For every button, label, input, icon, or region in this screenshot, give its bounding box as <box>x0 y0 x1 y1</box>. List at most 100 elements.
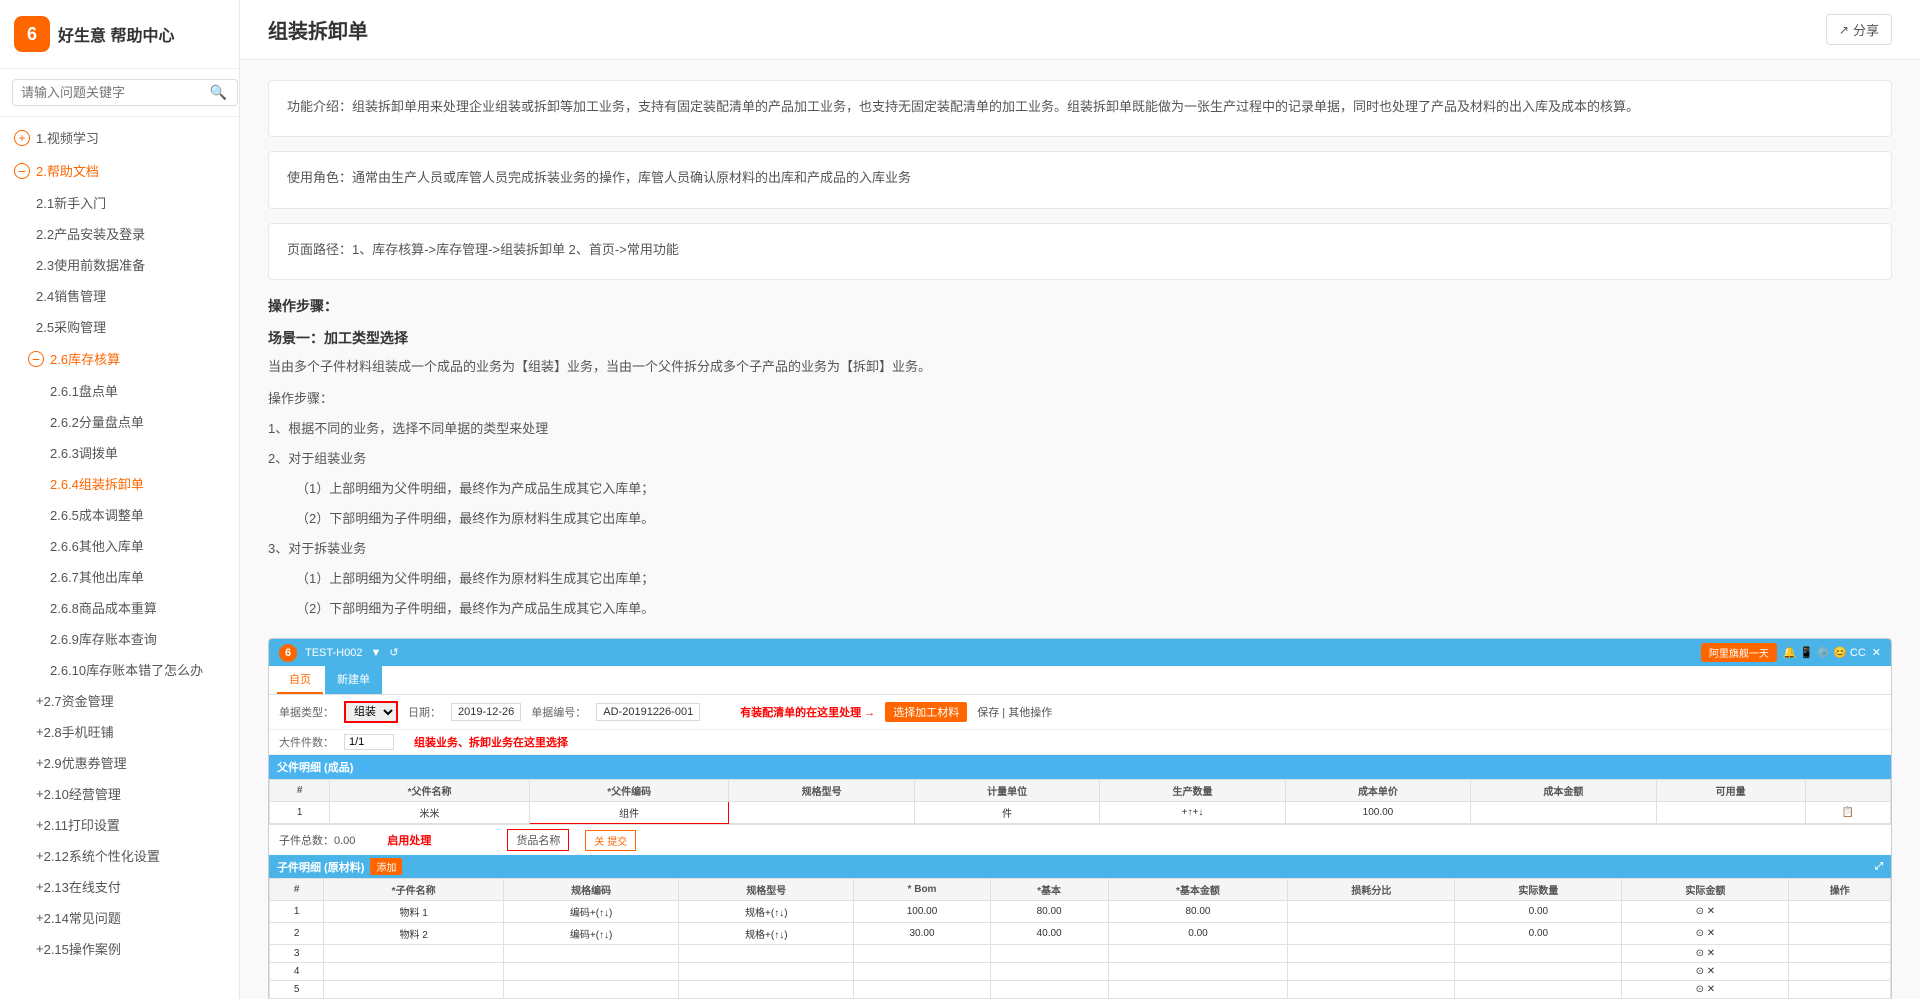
col-header: 损耗分比 <box>1288 879 1455 901</box>
sidebar-item-s2_6_6[interactable]: 2.6.6其他入库单 <box>0 530 239 561</box>
sidebar-item-s2_6_2[interactable]: 2.6.2分量盘点单 <box>0 406 239 437</box>
sidebar-item-s2_10[interactable]: + 2.10经营管理 <box>0 778 239 809</box>
sidebar-sub-label: 2.6.10库存账本错了怎么办 <box>50 660 203 679</box>
mock-form-date: 2019-12-26 <box>451 703 521 721</box>
mock-qty-input[interactable] <box>344 734 394 750</box>
search-area: 🔍 <box>0 69 239 117</box>
share-button[interactable]: ↗ 分享 <box>1826 14 1892 45</box>
sidebar-sub-label: 2.6.3调拨单 <box>50 443 118 462</box>
mock-orange-action-btn[interactable]: 阿里旗舰一天 <box>1701 643 1777 662</box>
table-cell: 米米 <box>330 802 530 824</box>
table-cell <box>679 981 854 999</box>
sidebar-item-s1[interactable]: + 1.视频学习 <box>0 121 239 154</box>
mock-tab-active[interactable]: 自页 <box>277 666 323 694</box>
table-cell <box>1455 945 1622 963</box>
sidebar-item-s2_13[interactable]: + 2.13在线支付 <box>0 871 239 902</box>
table-cell: 5 <box>270 981 324 999</box>
mock-lower-header: 子件明细 (原材料) 添加 ⤢ <box>269 855 1891 878</box>
mock-sub-total: 子件总数：0.00 <box>279 832 355 848</box>
col-header: 成本金额 <box>1471 780 1656 802</box>
table-cell: +↑+↓ <box>1100 802 1285 824</box>
sidebar-sub-label: 2.6.2分量盘点单 <box>50 412 144 431</box>
sidebar-item-s2_1[interactable]: 2.1新手入门 <box>0 187 239 218</box>
col-header: 计量单位 <box>914 780 1099 802</box>
table-cell: 100.00 <box>1285 802 1470 824</box>
mock-add-row-btn[interactable]: 添加 <box>370 858 402 875</box>
mock-test-id: TEST-H002 <box>305 647 362 659</box>
plus-icon: + <box>14 130 30 146</box>
table-cell: 0.00 <box>1455 923 1622 945</box>
step3-2: （2）下部明细为子件明细，最终作为产成品生成其它入库单。 <box>296 596 1892 622</box>
step3: 3、对于拆装业务 <box>268 536 1892 562</box>
mock-tab-new[interactable]: 新建单 <box>325 666 382 694</box>
sidebar-item-s2_2[interactable]: 2.2产品安装及登录 <box>0 218 239 249</box>
sidebar-item-s2_6_9[interactable]: 2.6.9库存账本查询 <box>0 623 239 654</box>
mock-save-area: 保存 | 其他操作 <box>977 704 1052 720</box>
table-cell: 100.00 <box>854 901 990 923</box>
table-cell: 📋 <box>1805 802 1890 824</box>
mock-upper-section: 父件明细 (成品) # *父件名称 *父件编码 规格型号 计量单位 生产数量 成… <box>269 755 1891 824</box>
table-cell <box>1789 981 1891 999</box>
table-cell <box>854 945 990 963</box>
sidebar-sub-label: 2.6.7其他出库单 <box>50 567 144 586</box>
step2: 2、对于组装业务 <box>268 446 1892 472</box>
nav-section: + 1.视频学习 − 2.帮助文档 2.1新手入门 2.2产品安装及登录 2.3… <box>0 117 239 968</box>
sidebar-item-s2_14[interactable]: + 2.14常见问题 <box>0 902 239 933</box>
sidebar-item-s2_6[interactable]: − 2.6库存核算 <box>0 342 239 375</box>
sidebar-item-s2_5[interactable]: 2.5采购管理 <box>0 311 239 342</box>
mock-lower-title: 子件明细 (原材料) <box>277 859 364 875</box>
sidebar-item-s2_6_5[interactable]: 2.6.5成本调整单 <box>0 499 239 530</box>
sidebar-item-s2_6_4[interactable]: 2.6.4组装拆卸单 <box>0 468 239 499</box>
table-cell <box>729 802 914 824</box>
table-cell <box>1789 923 1891 945</box>
sidebar-item-s2_6_8[interactable]: 2.6.8商品成本重算 <box>0 592 239 623</box>
table-cell: 30.00 <box>854 923 990 945</box>
mock-bom-btn[interactable]: 选择加工材料 <box>885 702 967 722</box>
col-header: *基本金额 <box>1108 879 1288 901</box>
sidebar-sub-label: 2.6.1盘点单 <box>50 381 118 400</box>
plus-icon-9: + <box>36 910 44 925</box>
mock-enable-input: 货品名称 <box>507 829 569 851</box>
sidebar-item-s2[interactable]: − 2.帮助文档 <box>0 154 239 187</box>
sidebar-sub-label: 2.6.5成本调整单 <box>50 505 144 524</box>
sidebar-sub-label: 2.5采购管理 <box>36 317 106 336</box>
table-cell <box>1455 963 1622 981</box>
mock-form-num: 大件件数： <box>279 734 334 750</box>
sidebar: 6 好生意 帮助中心 🔍 + 1.视频学习 − 2.帮助文档 2.1新手入门 2… <box>0 0 240 999</box>
sidebar-item-s2_9[interactable]: + 2.9优惠券管理 <box>0 747 239 778</box>
table-cell <box>990 945 1108 963</box>
col-header: 实际数量 <box>1455 879 1622 901</box>
sidebar-sub-label: 2.15操作案例 <box>44 939 121 958</box>
table-cell: 4 <box>270 963 324 981</box>
mock-ok-btn[interactable]: 关 提交 <box>585 830 636 851</box>
table-cell: 物料 2 <box>324 923 504 945</box>
sidebar-item-s2_6_3[interactable]: 2.6.3调拨单 <box>0 437 239 468</box>
search-input[interactable] <box>12 79 238 106</box>
sidebar-item-s2_12[interactable]: + 2.12系统个性化设置 <box>0 840 239 871</box>
role-intro-text: 使用角色：通常由生产人员或库管人员完成拆装业务的操作，库管人员确认原材料的出库和… <box>287 166 1873 189</box>
mock-lower-section: 子件明细 (原材料) 添加 ⤢ # *子件名称 规格编码 规格型号 * Bom <box>269 855 1891 999</box>
path-intro-text: 页面路径：1、库存核算->库存管理->组装拆卸单 2、首页->常用功能 <box>287 238 1873 261</box>
sidebar-item-s2_15[interactable]: + 2.15操作案例 <box>0 933 239 964</box>
sidebar-item-s2_11[interactable]: + 2.11打印设置 <box>0 809 239 840</box>
table-cell <box>504 981 679 999</box>
sidebar-item-s2_6_1[interactable]: 2.6.1盘点单 <box>0 375 239 406</box>
table-cell: 规格+(↑↓) <box>679 923 854 945</box>
col-header: 操作 <box>1789 879 1891 901</box>
sidebar-item-s2_6_7[interactable]: 2.6.7其他出库单 <box>0 561 239 592</box>
sidebar-item-s2_3[interactable]: 2.3使用前数据准备 <box>0 249 239 280</box>
sidebar-item-s2_6_10[interactable]: 2.6.10库存账本错了怎么办 <box>0 654 239 685</box>
sidebar-item-s2_7[interactable]: + 2.7资金管理 <box>0 685 239 716</box>
table-cell <box>1288 963 1455 981</box>
plus-icon-10: + <box>36 941 44 956</box>
mock-type-select[interactable]: 组装 拆卸 <box>344 701 398 723</box>
table-cell <box>1108 963 1288 981</box>
role-intro-block: 使用角色：通常由生产人员或库管人员完成拆装业务的操作，库管人员确认原材料的出库和… <box>268 151 1892 208</box>
table-cell <box>504 945 679 963</box>
mock-lower-table: # *子件名称 规格编码 规格型号 * Bom *基本 *基本金额 损耗分比 实… <box>269 878 1891 999</box>
sidebar-item-s2_4[interactable]: 2.4销售管理 <box>0 280 239 311</box>
sidebar-sub-label: 2.6.9库存账本查询 <box>50 629 157 648</box>
function-intro-block: 功能介绍：组装拆卸单用来处理企业组装或拆卸等加工业务，支持有固定装配清单的产品加… <box>268 80 1892 137</box>
sidebar-item-s2_8[interactable]: + 2.8手机旺铺 <box>0 716 239 747</box>
search-button[interactable]: 🔍 <box>210 84 227 101</box>
